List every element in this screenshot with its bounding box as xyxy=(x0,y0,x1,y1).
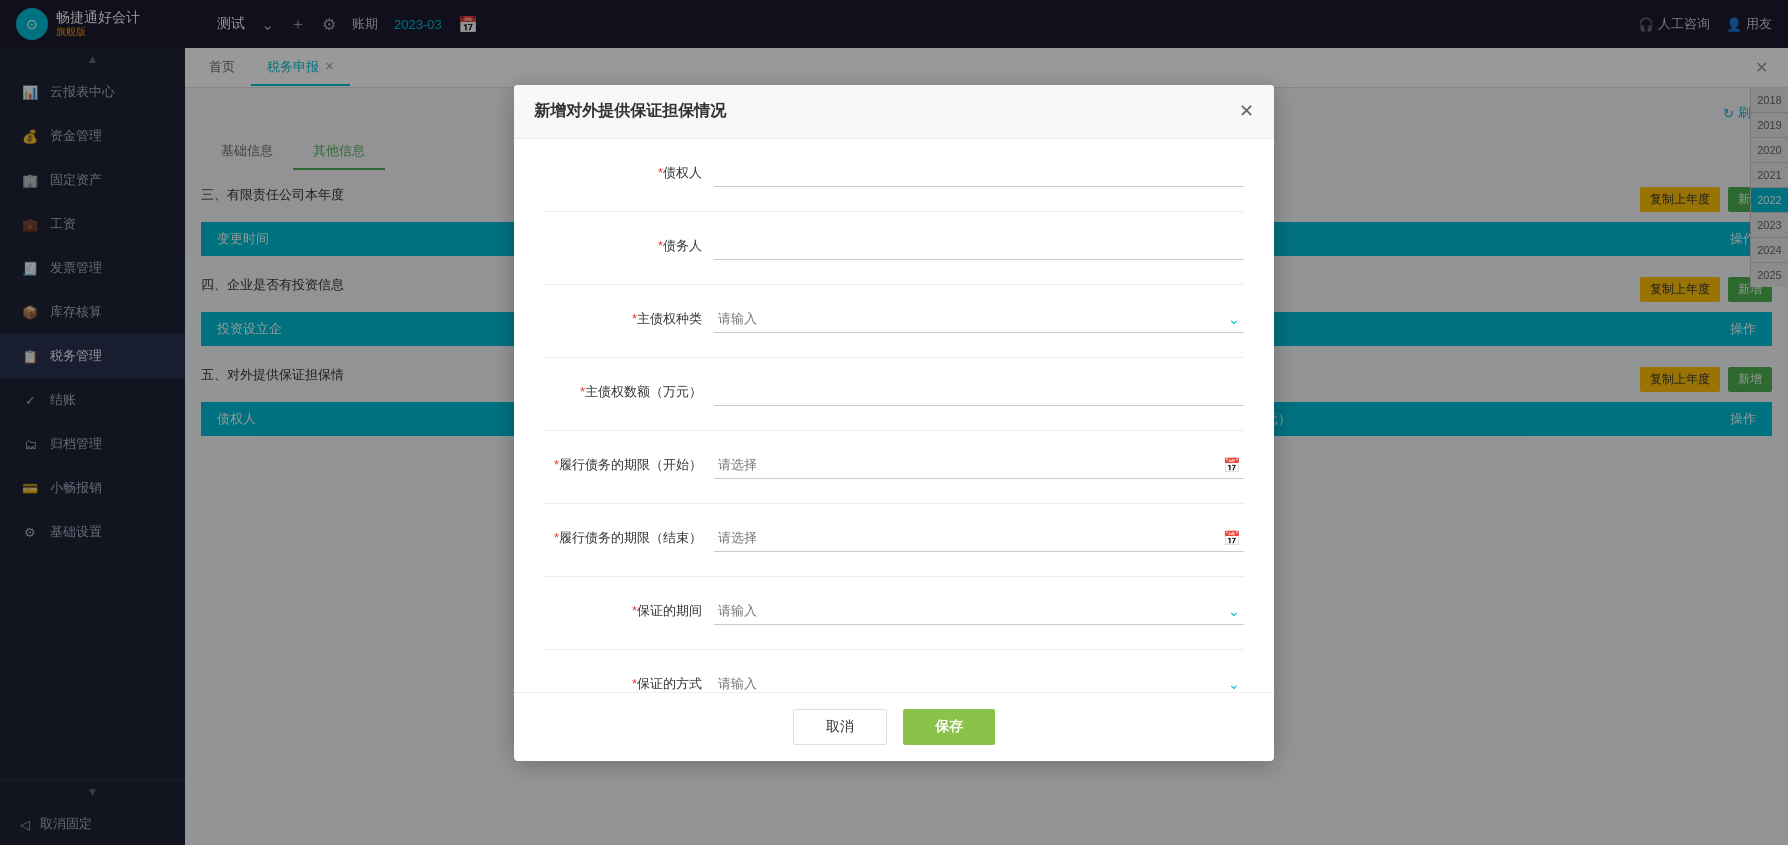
creditor-input[interactable] xyxy=(714,159,1244,187)
form-row-claim-type: *主债权种类 ⌄ xyxy=(544,305,1244,333)
guarantee-period-label: *保证的期间 xyxy=(544,602,714,620)
period-end-label: *履行债务的期限（结束） xyxy=(544,529,714,547)
claim-type-input[interactable] xyxy=(714,305,1244,333)
period-end-date-wrap: 📅 xyxy=(714,524,1244,552)
guarantee-period-input[interactable] xyxy=(714,597,1244,625)
debtor-label: *债务人 xyxy=(544,237,714,255)
guarantee-method-select-wrap: ⌄ xyxy=(714,670,1244,692)
claim-amount-required: * xyxy=(580,384,585,399)
form-row-creditor: *债权人 xyxy=(544,159,1244,187)
modal-dialog: 新增对外提供保证担保情况 ✕ *债权人 *债务人 xyxy=(514,85,1274,761)
claim-type-label: *主债权种类 xyxy=(544,310,714,328)
claim-type-select-wrap: ⌄ xyxy=(714,305,1244,333)
modal-body: *债权人 *债务人 *主债权种类 xyxy=(514,139,1274,692)
creditor-label: *债权人 xyxy=(544,164,714,182)
divider-1 xyxy=(544,211,1244,212)
modal-overlay: 新增对外提供保证担保情况 ✕ *债权人 *债务人 xyxy=(0,0,1788,845)
divider-7 xyxy=(544,649,1244,650)
modal-title: 新增对外提供保证担保情况 xyxy=(534,101,726,122)
debtor-required: * xyxy=(658,238,663,253)
cancel-button[interactable]: 取消 xyxy=(793,709,887,745)
form-row-guarantee-method: *保证的方式 ⌄ xyxy=(544,670,1244,692)
form-row-period-end: *履行债务的期限（结束） 📅 xyxy=(544,524,1244,552)
guarantee-method-required: * xyxy=(632,676,637,691)
period-start-required: * xyxy=(554,457,559,472)
modal-header: 新增对外提供保证担保情况 ✕ xyxy=(514,85,1274,139)
claim-amount-input[interactable] xyxy=(714,378,1244,406)
modal-close-button[interactable]: ✕ xyxy=(1239,102,1254,120)
guarantee-period-select-wrap: ⌄ xyxy=(714,597,1244,625)
divider-3 xyxy=(544,357,1244,358)
period-end-input[interactable] xyxy=(714,524,1244,552)
period-start-label: *履行债务的期限（开始） xyxy=(544,456,714,474)
modal-footer: 取消 保存 xyxy=(514,692,1274,761)
guarantee-method-label: *保证的方式 xyxy=(544,675,714,692)
divider-5 xyxy=(544,503,1244,504)
period-start-input[interactable] xyxy=(714,451,1244,479)
guarantee-method-input[interactable] xyxy=(714,670,1244,692)
debtor-input[interactable] xyxy=(714,232,1244,260)
claim-type-required: * xyxy=(632,311,637,326)
form-row-period-start: *履行债务的期限（开始） 📅 xyxy=(544,451,1244,479)
form-row-guarantee-period: *保证的期间 ⌄ xyxy=(544,597,1244,625)
divider-6 xyxy=(544,576,1244,577)
creditor-required: * xyxy=(658,165,663,180)
form-row-debtor: *债务人 xyxy=(544,232,1244,260)
divider-4 xyxy=(544,430,1244,431)
period-start-date-wrap: 📅 xyxy=(714,451,1244,479)
save-button[interactable]: 保存 xyxy=(903,709,995,745)
period-end-required: * xyxy=(554,530,559,545)
divider-2 xyxy=(544,284,1244,285)
claim-amount-label: *主债权数额（万元） xyxy=(544,383,714,401)
form-row-claim-amount: *主债权数额（万元） xyxy=(544,378,1244,406)
guarantee-period-required: * xyxy=(632,603,637,618)
